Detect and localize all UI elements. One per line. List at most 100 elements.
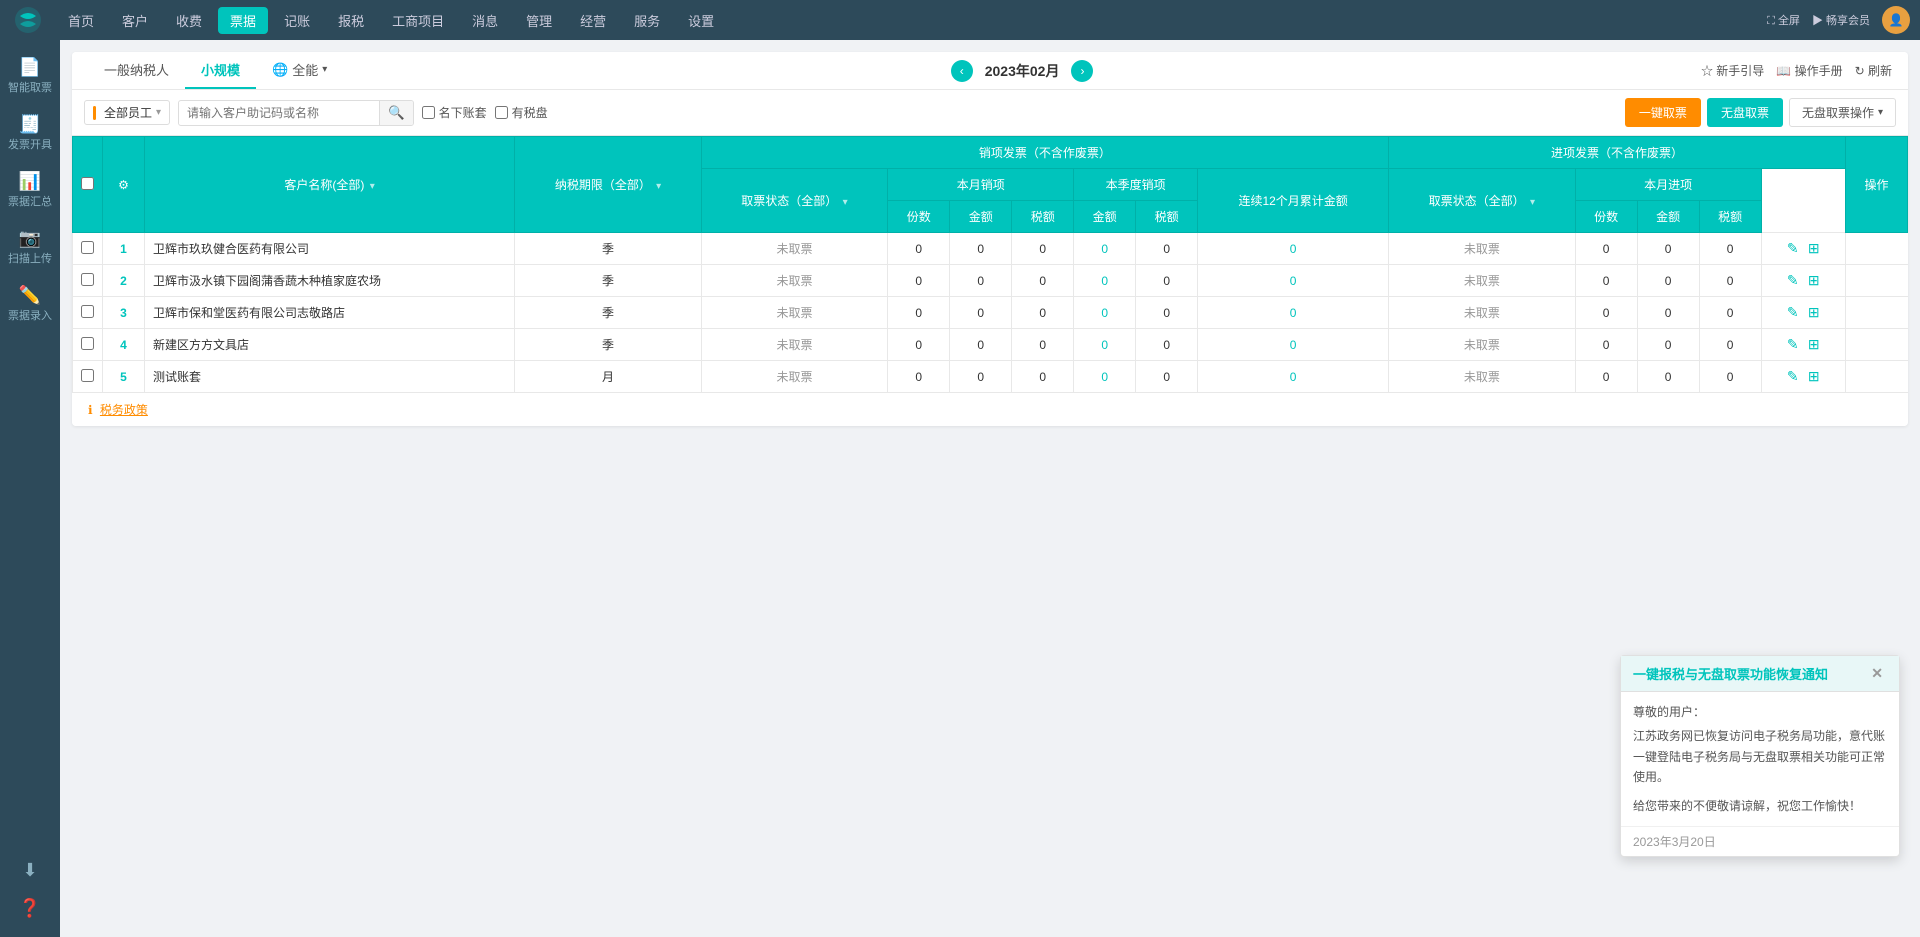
sidebar-label-smart-ticket: 智能取票: [8, 79, 52, 95]
nav-business[interactable]: 工商项目: [380, 7, 456, 34]
row-p-monthly-amount: 0: [1637, 297, 1699, 329]
nav-service[interactable]: 服务: [622, 7, 672, 34]
s-cumulative-link[interactable]: 0: [1290, 370, 1297, 384]
sidebar-item-invoice-open[interactable]: 🧾 发票开具: [0, 105, 60, 162]
user-avatar[interactable]: 👤: [1882, 6, 1910, 34]
th-actions: 操作: [1845, 137, 1907, 233]
sidebar-label-scan-upload: 扫描上传: [8, 250, 52, 266]
edit-action-icon[interactable]: ✎: [1787, 272, 1799, 288]
nav-fee[interactable]: 收费: [164, 7, 214, 34]
sidebar-download[interactable]: ⬇: [0, 851, 60, 889]
sidebar-item-ticket-summary[interactable]: 📊 票据汇总: [0, 162, 60, 219]
app-logo[interactable]: [10, 2, 46, 38]
row-checkbox[interactable]: [81, 305, 94, 318]
tab-general-taxpayer[interactable]: 一般纳税人: [88, 52, 185, 89]
nav-message[interactable]: 消息: [460, 7, 510, 34]
manual-btn[interactable]: 📖 操作手册: [1776, 62, 1842, 79]
th-purchase-monthly: 本月进项: [1575, 169, 1761, 201]
next-month-btn[interactable]: ›: [1071, 60, 1093, 82]
s-quarterly-amount-link[interactable]: 0: [1101, 242, 1108, 256]
s-cumulative-link[interactable]: 0: [1290, 338, 1297, 352]
row-p-monthly-tax: 0: [1699, 265, 1761, 297]
tax-policy-link[interactable]: 税务政策: [100, 403, 148, 417]
prev-month-btn[interactable]: ‹: [951, 60, 973, 82]
sidebar-help[interactable]: ❓: [0, 889, 60, 927]
client-filter-icon[interactable]: ▾: [370, 181, 375, 192]
row-s-quarterly-amount: 0: [1074, 329, 1136, 361]
nav-settings[interactable]: 设置: [676, 7, 726, 34]
edit-action-icon[interactable]: ✎: [1787, 304, 1799, 320]
row-s-quarterly-tax: 0: [1136, 329, 1198, 361]
settings-icon[interactable]: ⚙: [118, 178, 129, 192]
th-purchase-section: 进项发票（不含作废票）: [1389, 137, 1846, 169]
detail-action-icon[interactable]: ⊞: [1808, 240, 1820, 256]
row-checkbox-cell: [73, 329, 103, 361]
row-checkbox[interactable]: [81, 337, 94, 350]
footer-bar: ℹ 税务政策: [72, 393, 1908, 426]
one-click-ticket-btn[interactable]: 一键取票: [1625, 98, 1701, 127]
member-btn[interactable]: ▶ 畅享会员: [1812, 12, 1870, 28]
row-checkbox[interactable]: [81, 369, 94, 382]
s-cumulative-link[interactable]: 0: [1290, 306, 1297, 320]
sidebar-item-smart-ticket[interactable]: 📄 智能取票: [0, 48, 60, 105]
edit-action-icon[interactable]: ✎: [1787, 336, 1799, 352]
th-sales-cumulative: 连续12个月累计金额: [1198, 169, 1389, 233]
detail-action-icon[interactable]: ⊞: [1808, 304, 1820, 320]
detail-action-icon[interactable]: ⊞: [1808, 336, 1820, 352]
notification-close-btn[interactable]: ✕: [1867, 665, 1887, 682]
row-s-quarterly-amount: 0: [1074, 361, 1136, 393]
search-input[interactable]: [179, 102, 379, 124]
row-s-quarterly-tax: 0: [1136, 297, 1198, 329]
detail-action-icon[interactable]: ⊞: [1808, 272, 1820, 288]
sidebar-item-scan-upload[interactable]: 📷 扫描上传: [0, 219, 60, 276]
select-all-checkbox[interactable]: [81, 177, 94, 190]
subscribed-filter[interactable]: 名下账套: [422, 104, 487, 121]
has-tax-disk-filter[interactable]: 有税盘: [495, 104, 548, 121]
edit-action-icon[interactable]: ✎: [1787, 368, 1799, 384]
notification-footer-text: 给您带来的不便敬请谅解，祝您工作愉快！: [1633, 796, 1887, 816]
nav-client[interactable]: 客户: [110, 7, 160, 34]
has-tax-disk-checkbox[interactable]: [495, 106, 508, 119]
s-quarterly-amount-link[interactable]: 0: [1101, 338, 1108, 352]
purchase-status-filter-icon[interactable]: ▾: [1530, 197, 1535, 208]
edit-action-icon[interactable]: ✎: [1787, 240, 1799, 256]
row-checkbox[interactable]: [81, 241, 94, 254]
sales-status-filter-icon[interactable]: ▾: [843, 197, 848, 208]
s-quarterly-amount-link[interactable]: 0: [1101, 370, 1108, 384]
ticket-entry-icon: ✏️: [19, 286, 41, 304]
s-quarterly-amount-link[interactable]: 0: [1101, 306, 1108, 320]
tab-small-scale[interactable]: 小规模: [185, 52, 256, 89]
s-quarterly-amount-link[interactable]: 0: [1101, 274, 1108, 288]
nav-tax[interactable]: 报税: [326, 7, 376, 34]
row-s-monthly-amount: 0: [950, 297, 1012, 329]
table-row: 4 新建区方方文具店 季 未取票 0 0 0 0 0 0 未取票 0 0 0 ✎…: [73, 329, 1908, 361]
fullscreen-btn[interactable]: ⛶ 全屏: [1767, 12, 1800, 28]
tab-all[interactable]: 🌐 全能 ▾: [256, 52, 343, 89]
nav-bookkeeping[interactable]: 记账: [272, 7, 322, 34]
row-sales-status: 未取票: [701, 361, 887, 393]
current-date: 2023年02月: [985, 61, 1060, 81]
s-cumulative-link[interactable]: 0: [1290, 242, 1297, 256]
row-period: 月: [515, 361, 701, 393]
s-cumulative-link[interactable]: 0: [1290, 274, 1297, 288]
subscribed-checkbox[interactable]: [422, 106, 435, 119]
detail-action-icon[interactable]: ⊞: [1808, 368, 1820, 384]
employee-filter-select[interactable]: 全部员工 ▾: [84, 100, 170, 125]
search-button[interactable]: 🔍: [379, 101, 413, 125]
new-guide-btn[interactable]: ☆ 新手引导: [1701, 62, 1764, 79]
nav-operation[interactable]: 经营: [568, 7, 618, 34]
nav-ticket[interactable]: 票据: [218, 7, 268, 34]
th-sales-section: 销项发票（不含作废票）: [701, 137, 1388, 169]
row-p-monthly-count: 0: [1575, 265, 1637, 297]
employee-filter-label: 全部员工: [104, 104, 152, 121]
sidebar-item-ticket-entry[interactable]: ✏️ 票据录入: [0, 276, 60, 333]
nav-home[interactable]: 首页: [56, 7, 106, 34]
row-client-name: 卫辉市保和堂医药有限公司志敬路店: [144, 297, 514, 329]
diskless-ticket-btn[interactable]: 无盘取票: [1707, 98, 1783, 127]
period-filter-icon[interactable]: ▾: [656, 181, 661, 192]
diskless-ops-btn[interactable]: 无盘取票操作 ▾: [1789, 98, 1896, 127]
row-s-quarterly-amount: 0: [1074, 233, 1136, 265]
refresh-btn[interactable]: ↻ 刷新: [1855, 62, 1892, 79]
row-checkbox[interactable]: [81, 273, 94, 286]
nav-manage[interactable]: 管理: [514, 7, 564, 34]
